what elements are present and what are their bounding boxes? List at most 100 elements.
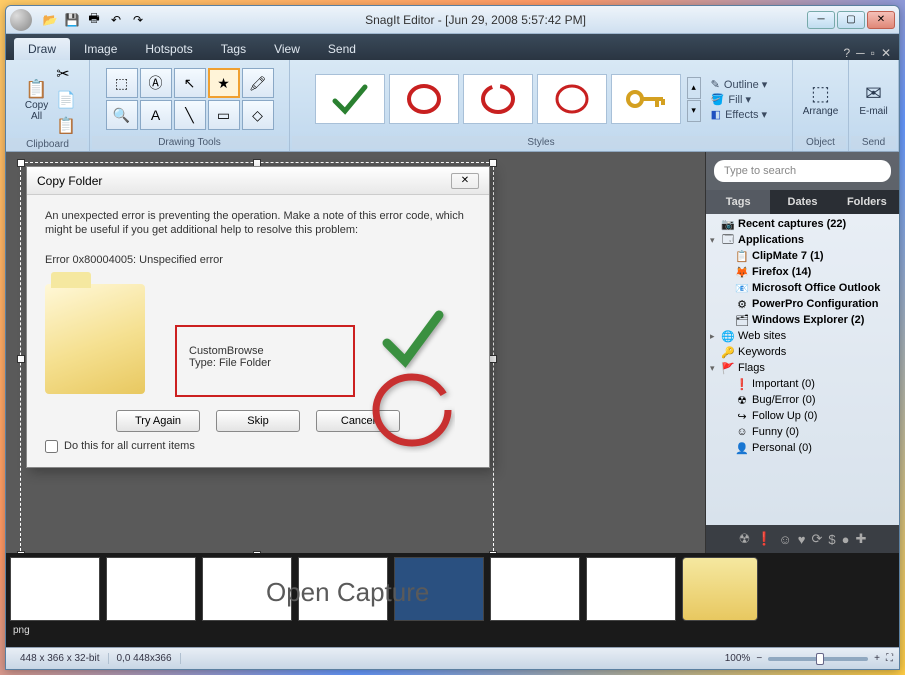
tree-row[interactable]: ☢Bug/Error (0) [706, 392, 899, 408]
styles-scroll-up[interactable]: ▴ [687, 77, 701, 99]
arrange-button[interactable]: ⬚Arrange [797, 64, 845, 134]
flag-icon[interactable]: ☺ [778, 532, 791, 547]
paste-icon[interactable]: 📋 [56, 116, 76, 136]
resize-handle[interactable] [17, 159, 25, 167]
erase-tool[interactable]: ◇ [242, 100, 274, 130]
tree-row[interactable]: 🗂Windows Explorer (2) [706, 312, 899, 328]
highlight-tool[interactable]: 🖍 [242, 68, 274, 98]
tree-row[interactable]: 📷Recent captures (22) [706, 216, 899, 232]
tags-tree[interactable]: 📷Recent captures (22)▾🗔Applications📋Clip… [706, 214, 899, 525]
flag-icon[interactable]: ♥ [798, 532, 806, 547]
flag-icon[interactable]: ❗ [756, 531, 772, 547]
maximize-button[interactable]: ▢ [837, 11, 865, 29]
expand-icon[interactable]: ▾ [710, 235, 720, 246]
outline-dropdown[interactable]: ✎Outline ▾ [711, 78, 768, 91]
flag-icon[interactable]: ✚ [855, 531, 866, 547]
flag-icon[interactable]: ● [842, 532, 850, 547]
tree-row[interactable]: 📧Microsoft Office Outlook [706, 280, 899, 296]
side-tab-folders[interactable]: Folders [835, 190, 899, 214]
cut-icon[interactable]: ✂ [56, 64, 76, 84]
style-circle-1[interactable] [389, 74, 459, 124]
resize-handle[interactable] [489, 355, 497, 363]
thumbnail[interactable]: png [10, 557, 100, 621]
flag-icon[interactable]: $ [828, 532, 835, 547]
inner-restore-icon[interactable]: ▫ [871, 46, 875, 60]
stamp-tool[interactable]: ★ [208, 68, 240, 98]
thumbnail[interactable] [394, 557, 484, 621]
callout-tool[interactable]: Ⓐ [140, 68, 172, 98]
checkbox-input[interactable] [45, 440, 58, 453]
folder-thumbnail[interactable] [682, 557, 758, 621]
checkmark-stamp[interactable] [377, 305, 449, 377]
fill-dropdown[interactable]: 🪣Fill ▾ [711, 93, 768, 106]
expand-icon[interactable]: ▾ [710, 363, 720, 374]
close-button[interactable]: ✕ [867, 11, 895, 29]
tree-row[interactable]: 🦊Firefox (14) [706, 264, 899, 280]
thumbnail[interactable] [106, 557, 196, 621]
style-circle-3[interactable] [537, 74, 607, 124]
tree-row[interactable]: ▸🌐Web sites [706, 328, 899, 344]
thumbnail[interactable] [298, 557, 388, 621]
thumbnail[interactable] [490, 557, 580, 621]
styles-scroll-down[interactable]: ▾ [687, 100, 701, 122]
inner-close-icon[interactable]: ✕ [881, 46, 891, 60]
arrow-tool[interactable]: ↖ [174, 68, 206, 98]
thumbnail[interactable] [202, 557, 292, 621]
tree-row[interactable]: 📋ClipMate 7 (1) [706, 248, 899, 264]
text-tool[interactable]: A [140, 100, 172, 130]
effects-dropdown[interactable]: ◧Effects ▾ [711, 108, 768, 121]
zoom-slider-thumb[interactable] [816, 653, 824, 665]
zoom-out-button[interactable]: − [756, 653, 762, 664]
flag-icon[interactable]: ⟳ [811, 531, 822, 547]
style-circle-2[interactable] [463, 74, 533, 124]
line-tool[interactable]: ╲ [174, 100, 206, 130]
cancel-button[interactable]: Cancel [316, 410, 400, 432]
tree-row[interactable]: 👤Personal (0) [706, 440, 899, 456]
zoom-in-button[interactable]: + [874, 653, 880, 664]
tree-row[interactable]: ⚙PowerPro Configuration [706, 296, 899, 312]
undo-icon[interactable]: ↶ [108, 12, 124, 28]
side-tab-tags[interactable]: Tags [706, 190, 770, 214]
canvas-area[interactable]: Copy Folder ✕ An unexpected error is pre… [6, 152, 705, 553]
fit-button[interactable]: ⛶ [886, 653, 893, 664]
email-button[interactable]: ✉E-mail [853, 64, 893, 134]
copy-all-button[interactable]: 📋 Copy All [19, 65, 54, 135]
tab-draw[interactable]: Draw [14, 38, 70, 60]
inner-minimize-icon[interactable]: ─ [856, 46, 865, 60]
try-again-button[interactable]: Try Again [116, 410, 200, 432]
select-tool[interactable]: ⬚ [106, 68, 138, 98]
zoom-slider[interactable] [768, 657, 868, 661]
tree-row[interactable]: 🔑Keywords [706, 344, 899, 360]
tab-hotspots[interactable]: Hotspots [131, 38, 206, 60]
zoom-tool[interactable]: 🔍 [106, 100, 138, 130]
open-icon[interactable]: 📂 [42, 12, 58, 28]
tab-tags[interactable]: Tags [207, 38, 260, 60]
style-key[interactable] [611, 74, 681, 124]
shape-tool[interactable]: ▭ [208, 100, 240, 130]
copy-icon-small[interactable]: 📄 [56, 90, 76, 110]
redo-icon[interactable]: ↷ [130, 12, 146, 28]
save-icon[interactable]: 💾 [64, 12, 80, 28]
tree-row[interactable]: ▾🗔Applications [706, 232, 899, 248]
tab-view[interactable]: View [260, 38, 314, 60]
tree-row[interactable]: ☺Funny (0) [706, 424, 899, 440]
resize-handle[interactable] [489, 159, 497, 167]
dialog-close-button[interactable]: ✕ [451, 173, 479, 189]
flag-icon[interactable]: ☢ [739, 531, 751, 547]
tree-row[interactable]: ❗Important (0) [706, 376, 899, 392]
style-checkmark[interactable] [315, 74, 385, 124]
tab-send[interactable]: Send [314, 38, 370, 60]
print-icon[interactable]: 🖶 [86, 12, 102, 28]
thumbnail[interactable] [586, 557, 676, 621]
tab-image[interactable]: Image [70, 38, 131, 60]
minimize-button[interactable]: ─ [807, 11, 835, 29]
search-input[interactable]: Type to search [714, 160, 891, 182]
expand-icon[interactable]: ▸ [710, 331, 720, 342]
do-all-checkbox[interactable]: Do this for all current items [45, 440, 471, 453]
tree-row[interactable]: ↪Follow Up (0) [706, 408, 899, 424]
side-tab-dates[interactable]: Dates [770, 190, 834, 214]
help-icon[interactable]: ? [843, 46, 850, 60]
skip-button[interactable]: Skip [216, 410, 300, 432]
resize-handle[interactable] [17, 355, 25, 363]
thumbnail-strip[interactable]: png Open Capture [6, 553, 899, 647]
